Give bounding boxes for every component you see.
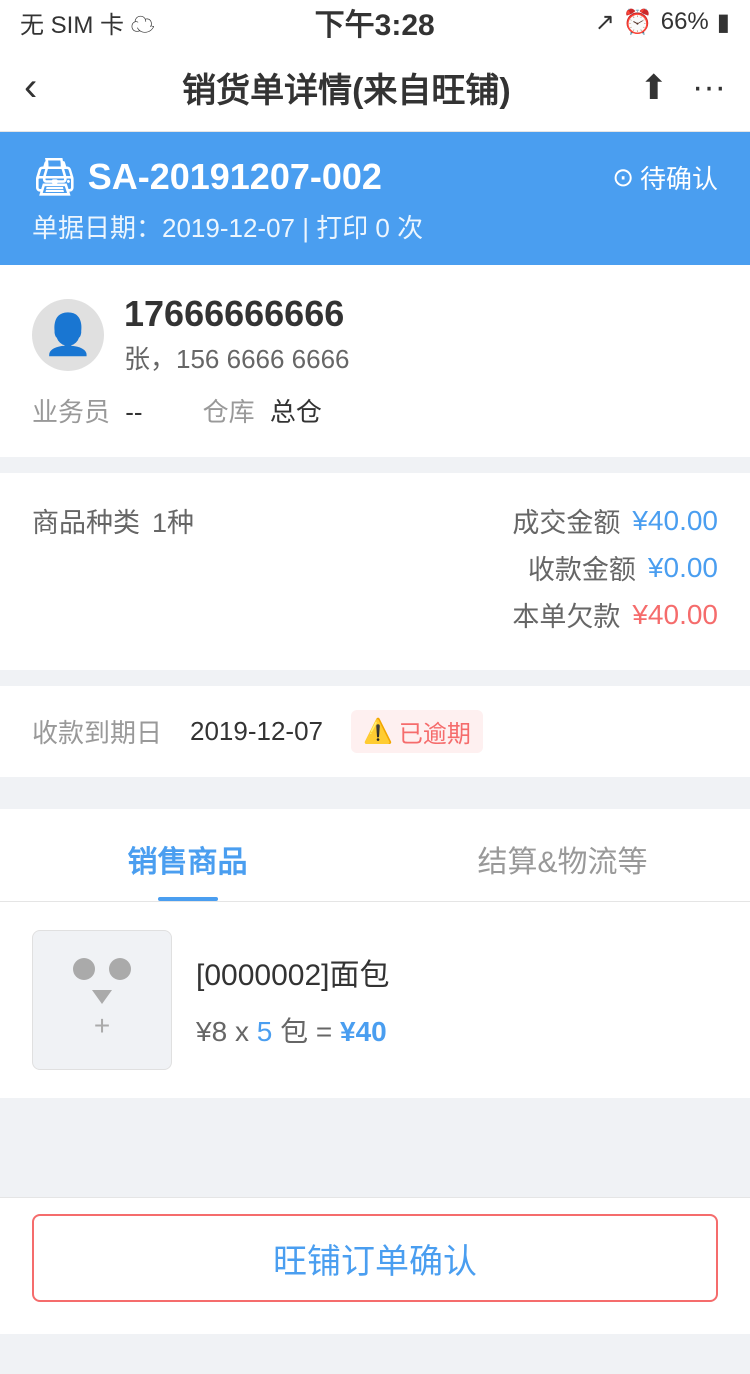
printer-icon: 🖨	[32, 156, 78, 198]
status-right: ↗ ⏰ 66% ▮	[595, 8, 730, 37]
share-button[interactable]: ⬆	[640, 68, 669, 108]
overdue-text: 已逾期	[399, 714, 471, 749]
due-date-value: 2019-12-07	[190, 716, 323, 747]
tabs: 销售商品 结算&物流等	[0, 809, 750, 902]
owl-eye-right	[109, 958, 131, 980]
warning-icon: ⚠️	[363, 717, 393, 746]
back-button[interactable]: ‹	[24, 55, 53, 120]
received-value: ¥0.00	[648, 552, 718, 584]
salesperson-label: 业务员	[32, 397, 110, 427]
stats-section: 商品种类 1种 成交金额 ¥40.00 收款金额 ¥0.00 本单欠款 ¥40.…	[0, 473, 750, 670]
order-header: 🖨 SA-20191207-002 ⊙ 待确认 单据日期：2019-12-07 …	[0, 132, 750, 265]
person-icon: 👤	[43, 311, 93, 358]
price-equals: =	[316, 1016, 340, 1047]
product-name: [0000002]面包	[196, 950, 718, 994]
tab-sales-products[interactable]: 销售商品	[0, 809, 375, 901]
amounts: 成交金额 ¥40.00 收款金额 ¥0.00 本单欠款 ¥40.00	[512, 501, 718, 642]
product-thumbnail: +	[32, 930, 172, 1070]
price-total: ¥40	[340, 1016, 387, 1047]
status-bar: 无 SIM 卡 ☁ 下午3:28 ↗ ⏰ 66% ▮	[0, 0, 750, 44]
divider	[0, 793, 750, 809]
sim-text: 无 SIM 卡 ☁	[20, 5, 155, 40]
product-price: ¥8 x 5 包 = ¥40	[196, 1010, 718, 1050]
customer-name: 张，156 6666 6666	[124, 339, 350, 376]
deal-amount-value: ¥40.00	[632, 505, 718, 537]
price-separator: x	[235, 1016, 257, 1047]
price-qty: 5	[257, 1016, 273, 1047]
clock-icon: ⊙	[612, 162, 634, 193]
balance-label: 本单欠款	[512, 595, 620, 634]
alarm-icon: ⏰	[623, 8, 653, 37]
owl-eye-left	[73, 958, 95, 980]
price-unit-label: 包	[280, 1016, 308, 1047]
tab-settlement[interactable]: 结算&物流等	[375, 809, 750, 901]
customer-phone: 17666666666	[124, 293, 350, 335]
overdue-badge: ⚠️ 已逾期	[351, 710, 483, 753]
salesperson-value: --	[125, 397, 142, 427]
product-types-value: 1种	[152, 501, 194, 540]
confirm-button[interactable]: 旺铺订单确认	[32, 1214, 718, 1302]
avatar: 👤	[32, 299, 104, 371]
location-icon: ↗	[595, 8, 615, 37]
battery-icon: ▮	[717, 8, 730, 37]
warehouse-value: 总仓	[270, 397, 322, 427]
due-label: 收款到期日	[32, 713, 162, 750]
status-left: 无 SIM 卡 ☁	[20, 5, 155, 40]
product-info: [0000002]面包 ¥8 x 5 包 = ¥40	[196, 950, 718, 1050]
owl-beak	[92, 990, 112, 1004]
customer-section: 👤 17666666666 张，156 6666 6666 业务员 -- 仓库 …	[0, 265, 750, 457]
page-title: 销货单详情(来自旺铺)	[53, 63, 639, 112]
received-label: 收款金额	[528, 548, 636, 587]
due-section: 收款到期日 2019-12-07 ⚠️ 已逾期	[0, 686, 750, 777]
status-time: 下午3:28	[315, 0, 435, 44]
warehouse-label: 仓库	[203, 397, 255, 427]
order-status: ⊙ 待确认	[612, 159, 718, 196]
owl-plus: +	[94, 1010, 110, 1042]
bottom-bar: 旺铺订单确认	[0, 1197, 750, 1334]
order-date: 单据日期：2019-12-07 | 打印 0 次	[32, 208, 718, 245]
nav-actions: ⬆ ···	[640, 68, 726, 108]
battery-text: 66%	[661, 8, 709, 36]
product-types-label: 商品种类	[32, 501, 140, 540]
price-unit: ¥8	[196, 1016, 227, 1047]
deal-amount-label: 成交金额	[512, 501, 620, 540]
customer-meta: 业务员 -- 仓库 总仓	[32, 392, 718, 429]
more-button[interactable]: ···	[692, 68, 726, 107]
balance-value: ¥40.00	[632, 599, 718, 631]
order-id: 🖨 SA-20191207-002	[32, 156, 382, 198]
nav-bar: ‹ 销货单详情(来自旺铺) ⬆ ···	[0, 44, 750, 132]
product-item: + [0000002]面包 ¥8 x 5 包 = ¥40	[0, 902, 750, 1098]
